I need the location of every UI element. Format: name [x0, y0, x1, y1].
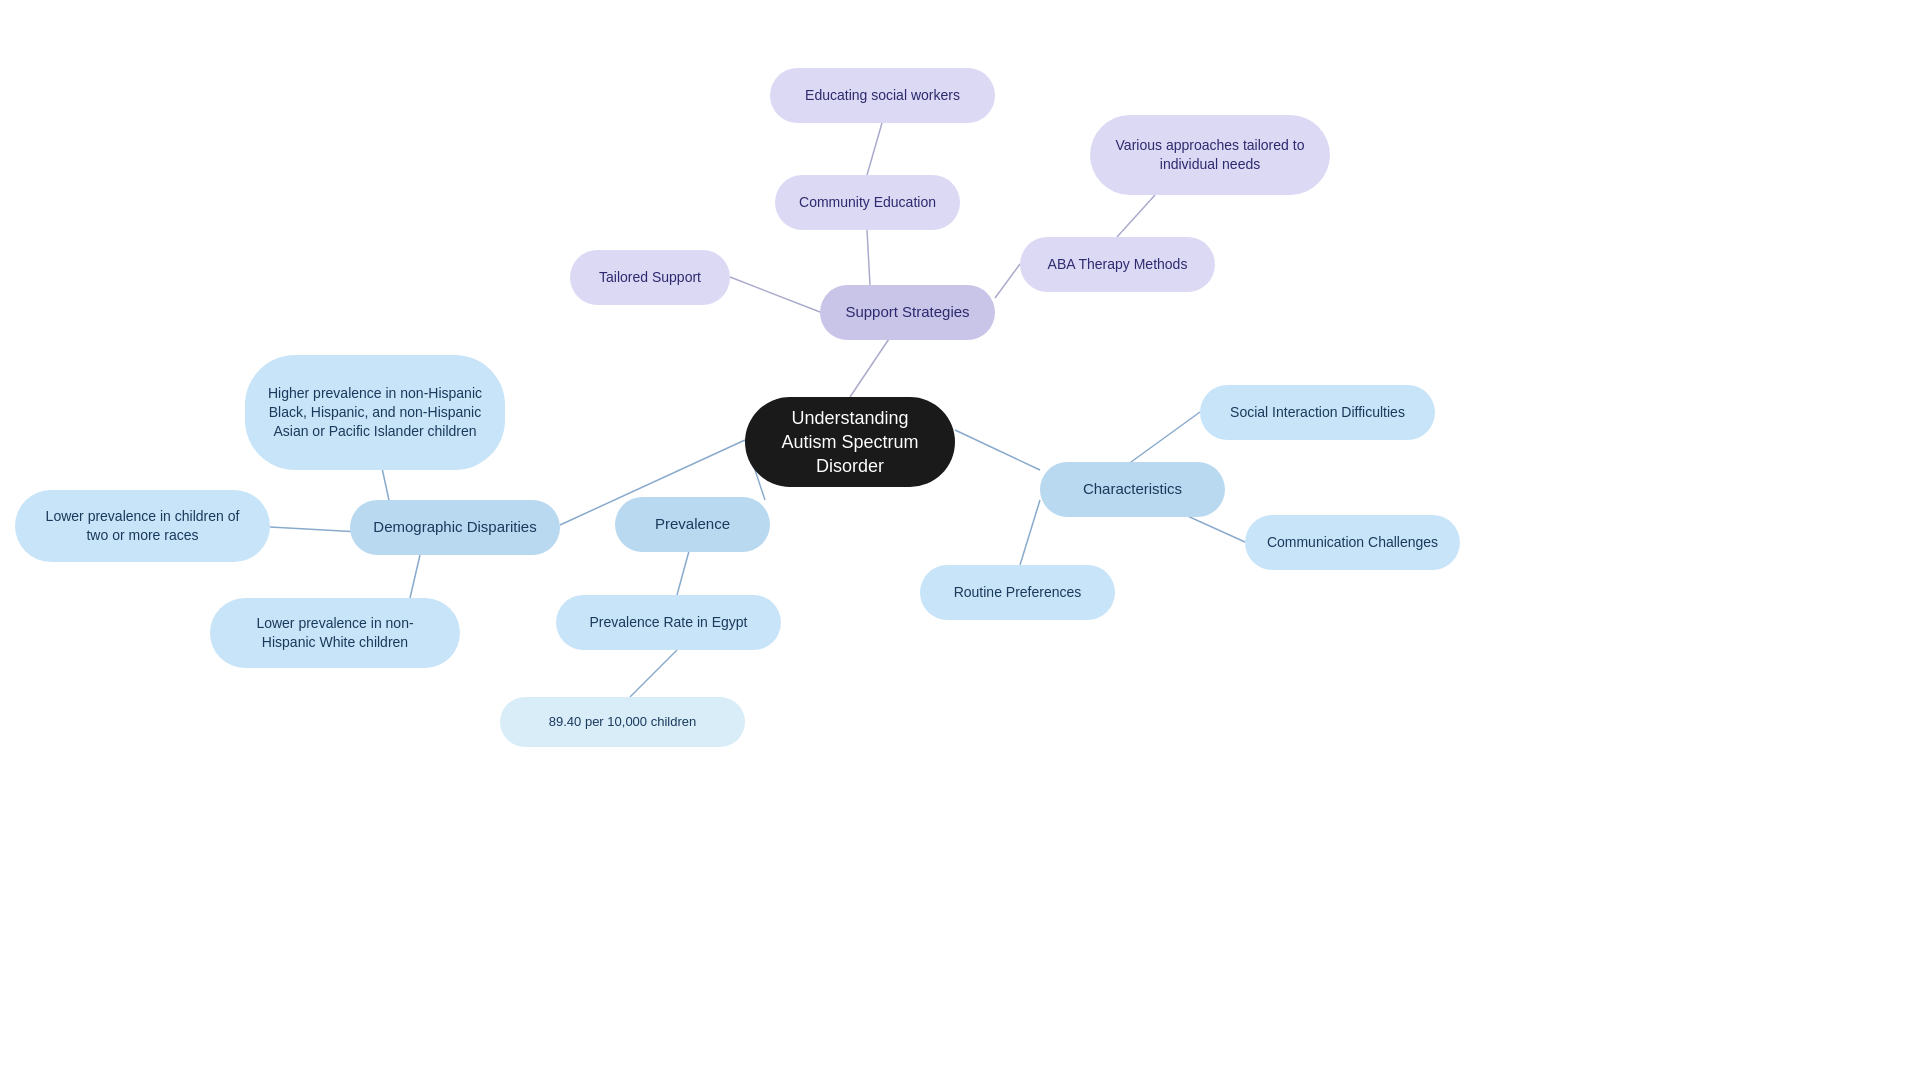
support-strategies-label: Support Strategies [845, 302, 969, 322]
svg-line-6 [955, 430, 1040, 470]
prevalence-egypt-node: Prevalence Rate in Egypt [556, 595, 781, 650]
lower-prevalence-multirace-node: Lower prevalence in children of two or m… [15, 490, 270, 562]
prevalence-label: Prevalence [655, 514, 730, 534]
lower-prevalence-multirace-label: Lower prevalence in children of two or m… [35, 507, 250, 545]
community-education-node: Community Education [775, 175, 960, 230]
prevalence-egypt-label: Prevalence Rate in Egypt [590, 613, 748, 632]
lower-prevalence-white-node: Lower prevalence in non-Hispanic White c… [210, 598, 460, 668]
various-approaches-label: Various approaches tailored to individua… [1110, 136, 1310, 174]
aba-therapy-label: ABA Therapy Methods [1048, 255, 1188, 274]
connection-lines [0, 0, 1920, 1083]
higher-prevalence-node: Higher prevalence in non-Hispanic Black,… [245, 355, 505, 470]
characteristics-node: Characteristics [1040, 462, 1225, 517]
svg-line-4 [995, 264, 1020, 298]
social-interaction-node: Social Interaction Difficulties [1200, 385, 1435, 440]
svg-line-9 [1020, 500, 1040, 565]
tailored-support-label: Tailored Support [599, 268, 701, 287]
prevalence-node: Prevalence [615, 497, 770, 552]
tailored-support-node: Tailored Support [570, 250, 730, 305]
lower-prevalence-white-label: Lower prevalence in non-Hispanic White c… [230, 614, 440, 652]
various-approaches-node: Various approaches tailored to individua… [1090, 115, 1330, 195]
educating-social-workers-label: Educating social workers [805, 86, 960, 105]
svg-line-1 [730, 277, 820, 312]
demographic-disparities-node: Demographic Disparities [350, 500, 560, 555]
routine-preferences-node: Routine Preferences [920, 565, 1115, 620]
center-node: Understanding Autism Spectrum Disorder [745, 397, 955, 487]
characteristics-label: Characteristics [1083, 479, 1182, 499]
demographic-disparities-label: Demographic Disparities [373, 517, 536, 537]
higher-prevalence-label: Higher prevalence in non-Hispanic Black,… [265, 384, 485, 441]
support-strategies-node: Support Strategies [820, 285, 995, 340]
educating-social-workers-node: Educating social workers [770, 68, 995, 123]
svg-line-2 [867, 230, 870, 285]
svg-line-5 [1117, 195, 1155, 237]
rate-value-label: 89.40 per 10,000 children [549, 713, 696, 731]
svg-line-12 [630, 650, 677, 697]
svg-line-16 [410, 555, 420, 598]
aba-therapy-node: ABA Therapy Methods [1020, 237, 1215, 292]
routine-preferences-label: Routine Preferences [954, 583, 1082, 602]
communication-challenges-node: Communication Challenges [1245, 515, 1460, 570]
svg-line-15 [270, 527, 360, 532]
center-label: Understanding Autism Spectrum Disorder [765, 406, 935, 479]
community-education-label: Community Education [799, 193, 936, 212]
social-interaction-label: Social Interaction Difficulties [1230, 403, 1405, 422]
svg-line-3 [867, 123, 882, 175]
communication-challenges-label: Communication Challenges [1267, 533, 1438, 552]
rate-value-node: 89.40 per 10,000 children [500, 697, 745, 747]
